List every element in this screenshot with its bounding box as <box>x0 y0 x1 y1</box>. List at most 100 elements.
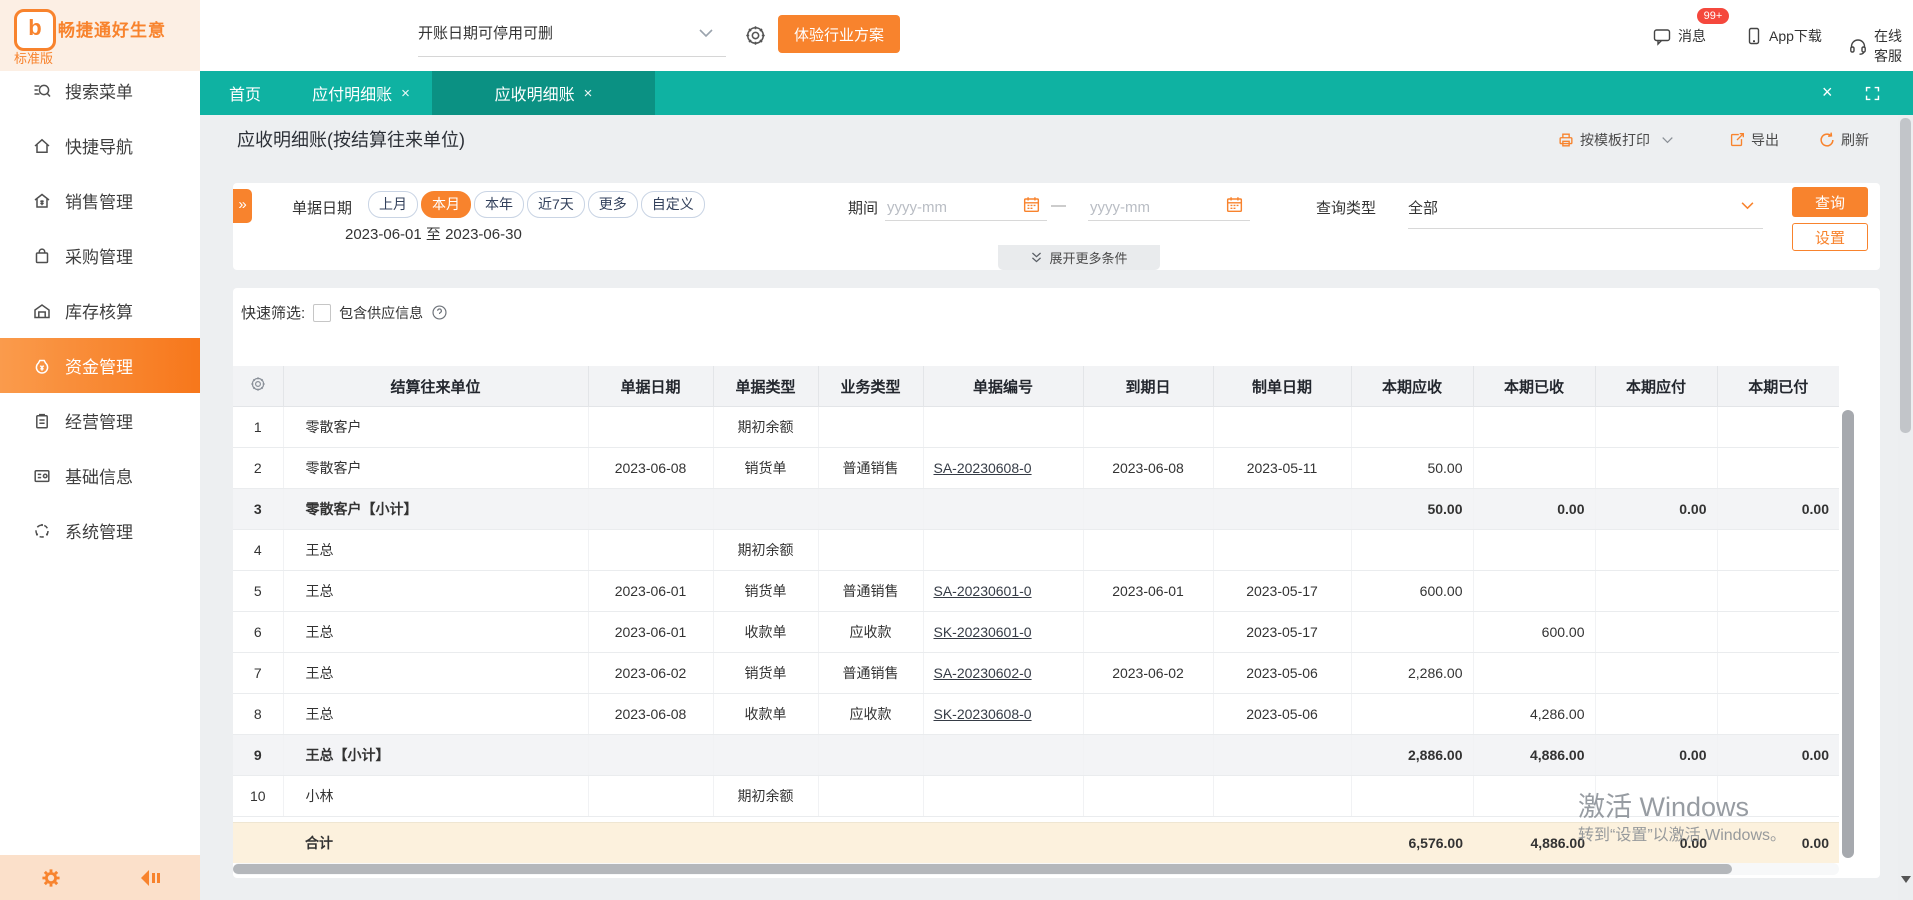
cell-doc-no: SK-20230608-0 <box>923 693 1084 735</box>
table-row[interactable]: 4 王总 期初余额 <box>233 529 1839 571</box>
header-doc-type[interactable]: 单据类型 <box>713 366 819 407</box>
sidebar-item-system[interactable]: 系统管理 <box>0 503 200 558</box>
operations-icon <box>32 411 52 431</box>
total-cell: 0.00 <box>1595 822 1717 863</box>
table-subtotal-row[interactable]: 9 王总【小计】 2,886.00 4,886.00 0.00 0.00 <box>233 734 1839 776</box>
table-subtotal-row[interactable]: 3 零散客户【小计】 50.00 0.00 0.00 0.00 <box>233 488 1839 530</box>
export-icon <box>1728 131 1746 149</box>
table-row[interactable]: 5 王总 2023-06-01 销货单 普通销售 SA-20230601-0 2023-06… <box>233 570 1839 612</box>
cell-create-date <box>1213 488 1352 530</box>
table-row[interactable]: 6 王总 2023-06-01 收款单 应收款 SK-20230601-0 2023-05-… <box>233 611 1839 653</box>
header-payable[interactable]: 本期应付 <box>1595 366 1718 407</box>
header-paid[interactable]: 本期已付 <box>1717 366 1839 407</box>
table-row[interactable]: 2 零散客户 2023-06-08 销货单 普通销售 SA-20230608-0 2023-… <box>233 447 1839 489</box>
settings-button[interactable]: 设置 <box>1792 223 1868 251</box>
settings-gear-icon[interactable] <box>745 25 766 46</box>
tab-receivable-ledger[interactable]: 应收明细账 × <box>432 71 655 115</box>
close-all-tabs-icon[interactable]: × <box>1822 82 1833 103</box>
calendar-icon[interactable] <box>1022 195 1041 214</box>
search-button[interactable]: 查询 <box>1792 187 1868 217</box>
cell-doc-no <box>923 406 1084 448</box>
cell-biz-type: 普通销售 <box>818 652 924 694</box>
calendar-icon[interactable] <box>1225 195 1244 214</box>
pill-custom[interactable]: 自定义 <box>640 191 705 218</box>
funds-icon <box>32 356 52 376</box>
header-biz-type[interactable]: 业务类型 <box>818 366 924 407</box>
tab-label: 首页 <box>228 87 261 104</box>
doc-number-link[interactable]: SA-20230601-0 <box>934 583 1032 599</box>
sidebar-item-inventory[interactable]: 库存核算 <box>0 283 200 338</box>
expand-more-conditions[interactable]: 展开更多条件 <box>998 245 1160 270</box>
cell-received <box>1473 406 1596 448</box>
footer-settings-gear-icon[interactable] <box>40 867 62 889</box>
help-question-icon[interactable] <box>431 304 448 321</box>
close-tab-icon[interactable]: × <box>401 85 410 102</box>
query-type-select[interactable]: 全部 <box>1408 197 1438 218</box>
collapse-sidebar-icon[interactable] <box>138 867 162 889</box>
total-cell <box>923 822 1083 863</box>
sidebar-item-operations[interactable]: 经营管理 <box>0 393 200 448</box>
header-partner[interactable]: 结算往来单位 <box>283 366 589 407</box>
chevron-down-icon[interactable] <box>1740 201 1755 210</box>
cell-biz-type: 普通销售 <box>818 447 924 489</box>
table-row[interactable]: 8 王总 2023-06-08 收款单 应收款 SK-20230608-0 2023-05-… <box>233 693 1839 735</box>
refresh-button[interactable]: 刷新 <box>1818 130 1869 150</box>
close-tab-icon[interactable]: × <box>584 85 593 102</box>
industry-solution-button[interactable]: 体验行业方案 <box>778 15 900 53</box>
pill-this-year[interactable]: 本年 <box>474 191 524 218</box>
support-item[interactable]: 在线客服 <box>1848 26 1913 66</box>
pill-last-7-days[interactable]: 近7天 <box>527 191 585 218</box>
pill-this-month[interactable]: 本月 <box>421 191 471 218</box>
cell-received: 4,886.00 <box>1473 734 1596 776</box>
account-book-select[interactable]: 开账日期可停用可删 <box>418 22 553 43</box>
tab-payable-ledger[interactable]: 应付明细账 × <box>290 71 432 115</box>
pill-more[interactable]: 更多 <box>587 191 638 218</box>
collapse-filter-handle[interactable]: » <box>233 189 252 223</box>
cell-payable <box>1595 529 1718 571</box>
horizontal-scrollbar-thumb[interactable] <box>233 864 1732 874</box>
doc-number-link[interactable]: SK-20230601-0 <box>934 624 1032 640</box>
header-doc-no[interactable]: 单据编号 <box>923 366 1084 407</box>
include-supplier-checkbox[interactable] <box>313 303 332 322</box>
total-row-table: 合计 6,576.00 4,886.00 0.00 0.00 <box>233 822 1839 863</box>
scroll-down-arrow-icon[interactable] <box>1901 876 1911 883</box>
cell-due-date: 2023-06-08 <box>1083 447 1214 489</box>
expand-more-label: 展开更多条件 <box>1049 251 1128 266</box>
column-gear-icon[interactable] <box>250 376 266 392</box>
sidebar-item-base-info[interactable]: 基础信息 <box>0 448 200 503</box>
cell-doc-type: 收款单 <box>713 693 819 735</box>
tab-home[interactable]: 首页 <box>200 71 290 115</box>
sidebar-item-quick-nav[interactable]: 快捷导航 <box>0 118 200 173</box>
sidebar-item-funds[interactable]: 资金管理 <box>0 338 200 393</box>
header-receivable[interactable]: 本期应收 <box>1351 366 1474 407</box>
doc-number-link[interactable]: SK-20230608-0 <box>934 706 1032 722</box>
column-settings-header[interactable] <box>233 366 284 407</box>
cell-paid <box>1717 693 1839 735</box>
cell-doc-date <box>588 734 714 776</box>
header-create-date[interactable]: 制单日期 <box>1213 366 1352 407</box>
header-doc-date[interactable]: 单据日期 <box>588 366 714 407</box>
chevron-down-icon[interactable] <box>698 28 714 38</box>
table-row[interactable]: 10 小林 期初余额 <box>233 775 1839 817</box>
sidebar-item-sales[interactable]: 销售管理 <box>0 173 200 228</box>
chevron-down-icon[interactable] <box>1661 136 1674 144</box>
inventory-icon <box>32 301 52 321</box>
messages-item[interactable]: 消息 <box>1652 26 1706 46</box>
table-vertical-scrollbar-thumb[interactable] <box>1842 410 1854 858</box>
doc-number-link[interactable]: SA-20230608-0 <box>934 460 1032 476</box>
header-received[interactable]: 本期已收 <box>1473 366 1596 407</box>
header-due-date[interactable]: 到期日 <box>1083 366 1214 407</box>
cell-receivable: 2,886.00 <box>1351 734 1474 776</box>
export-button[interactable]: 导出 <box>1728 130 1779 150</box>
total-cell <box>1083 822 1213 863</box>
pill-last-month[interactable]: 上月 <box>368 191 418 218</box>
page-scrollbar-thumb[interactable] <box>1900 118 1911 433</box>
sidebar-item-purchase[interactable]: 采购管理 <box>0 228 200 283</box>
doc-number-link[interactable]: SA-20230602-0 <box>934 665 1032 681</box>
fullscreen-icon[interactable] <box>1864 85 1881 102</box>
print-by-template-button[interactable]: 按模板打印 <box>1557 130 1674 150</box>
sidebar-item-search-menu[interactable]: 搜索菜单 <box>0 63 200 118</box>
table-row[interactable]: 1 零散客户 期初余额 <box>233 406 1839 448</box>
table-row[interactable]: 7 王总 2023-06-02 销货单 普通销售 SA-20230602-0 2023-06… <box>233 652 1839 694</box>
app-download-item[interactable]: App下载 <box>1745 26 1822 46</box>
